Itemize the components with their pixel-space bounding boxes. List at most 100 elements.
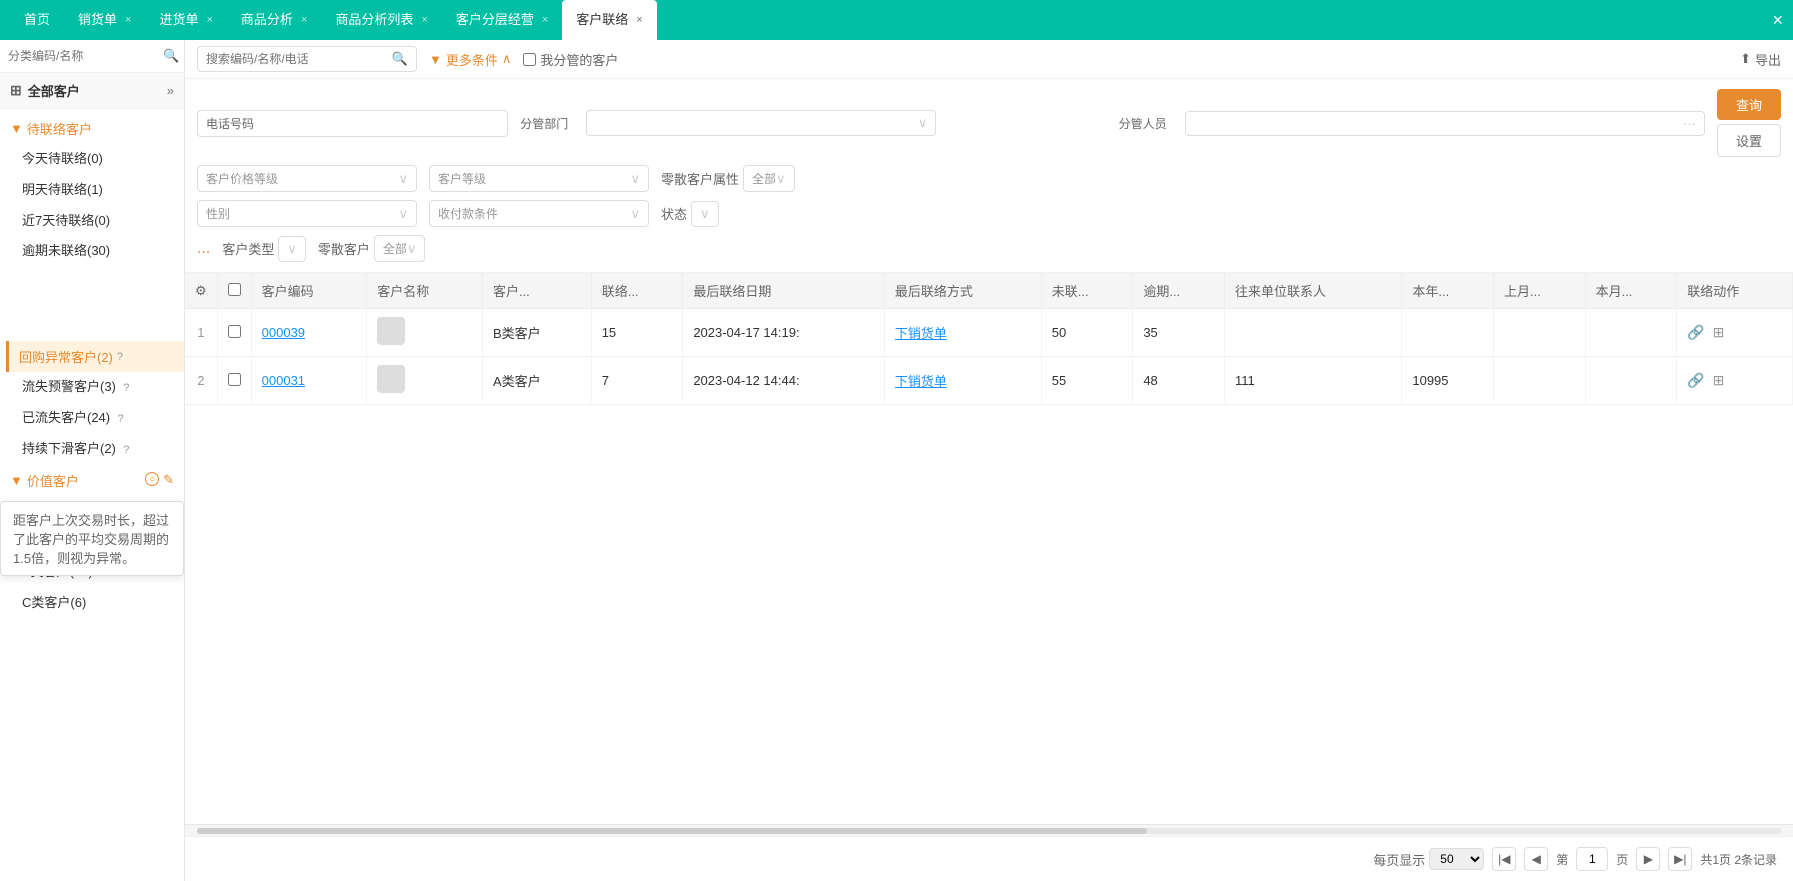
per-page-select[interactable]: 50 100 200: [1429, 848, 1484, 870]
row-no-contact-1: 50: [1041, 309, 1133, 357]
nav-purchase-order[interactable]: 进货单 ×: [145, 0, 226, 40]
setting-button[interactable]: 设置: [1717, 124, 1781, 157]
close-sales-order-icon[interactable]: ×: [125, 0, 131, 40]
row-contacts-2: 111: [1224, 357, 1401, 405]
zero-customer-attr-select[interactable]: 全部 ∨: [743, 165, 795, 192]
col-last-contact-date: 最后联络日期: [683, 273, 885, 309]
prev-page-button[interactable]: ◀: [1524, 847, 1548, 871]
sidebar-item-abnormal-repurchase[interactable]: 回购异常客户(2) ?: [6, 341, 184, 372]
row-num-1: 1: [185, 309, 217, 357]
avatar-2: [377, 365, 405, 393]
row-select-checkbox-2[interactable]: [228, 373, 241, 386]
close-purchase-order-icon[interactable]: ×: [206, 0, 212, 40]
close-product-analysis-list-icon[interactable]: ×: [421, 0, 427, 40]
ellipsis-button[interactable]: ...: [197, 240, 210, 258]
filter-row-4: ... 客户类型 ∨ 零散客户 全部 ∨: [197, 235, 1781, 262]
sidebar-item-tomorrow[interactable]: 明天待联络(1): [0, 175, 184, 206]
zero-customer-attr-field: 零散客户属性 全部 ∨: [661, 165, 795, 192]
search-box: 🔍: [197, 46, 417, 72]
row-last-contact-way-1: 下销货单: [884, 309, 1041, 357]
row-select-checkbox-1[interactable]: [228, 325, 241, 338]
gender-select[interactable]: 性别 ∨: [197, 200, 417, 227]
page-number-input[interactable]: [1576, 847, 1608, 871]
dept-select[interactable]: ∨: [586, 110, 936, 136]
my-customers-filter: 我分管的客户: [523, 50, 618, 69]
scroll-track: [197, 828, 1781, 834]
sidebar-item-churned[interactable]: 已流失客户(24) ?: [0, 403, 184, 434]
row-code-1: 000039: [251, 309, 367, 357]
scroll-thumb[interactable]: [197, 828, 1147, 834]
sidebar-item-today[interactable]: 今天待联络(0): [0, 144, 184, 175]
nav-product-analysis[interactable]: 商品分析 ×: [227, 0, 321, 40]
grid-action-icon-1[interactable]: ⊞: [1713, 324, 1725, 341]
pagination-total: 共1页 2条记录: [1700, 851, 1777, 868]
search-input[interactable]: [206, 52, 392, 66]
payment-select[interactable]: 收付款条件 ∨: [429, 200, 649, 227]
query-button[interactable]: 查询: [1717, 89, 1781, 120]
close-customer-contact-icon[interactable]: ×: [636, 0, 642, 40]
person-field-group: 分管人员 ···: [1119, 111, 1705, 136]
help-icon-churn: ?: [123, 382, 129, 394]
nav-customer-tier[interactable]: 客户分层经营 ×: [442, 0, 562, 40]
filter-row-3: 性别 ∨ 收付款条件 ∨ 状态 ∨: [197, 200, 1781, 227]
nav-home[interactable]: 首页: [10, 0, 64, 40]
close-customer-tier-icon[interactable]: ×: [542, 0, 548, 40]
customer-level-select[interactable]: 客户等级 ∨: [429, 165, 649, 192]
customer-level-arrow-icon: ∨: [630, 171, 640, 187]
nav-product-analysis-list[interactable]: 商品分析列表 ×: [321, 0, 441, 40]
phone-field[interactable]: 电话号码: [197, 110, 508, 137]
advanced-filters: 电话号码 分管部门 ∨ 分管人员 ··· 查: [185, 79, 1793, 273]
link-action-icon-2[interactable]: 🔗: [1687, 372, 1704, 389]
customer-type-select[interactable]: ∨: [278, 236, 306, 262]
payment-arrow-icon: ∨: [630, 206, 640, 222]
grid-icon: ⊞: [10, 82, 22, 99]
sidebar-search-input[interactable]: [8, 49, 163, 63]
link-action-icon-1[interactable]: 🔗: [1687, 324, 1704, 341]
col-code: 客户编码: [251, 273, 367, 309]
chevron-up-icon: ∧: [502, 51, 512, 67]
row-contacts-1: [1224, 309, 1401, 357]
sidebar-item-churn-warning[interactable]: 流失预警客户(3) ?: [0, 372, 184, 403]
close-product-analysis-icon[interactable]: ×: [301, 0, 307, 40]
horizontal-scrollbar[interactable]: [185, 824, 1793, 836]
sidebar-item-overdue[interactable]: 逾期未联络(30): [0, 236, 184, 267]
price-level-select[interactable]: 客户价格等级 ∨: [197, 165, 417, 192]
row-checkbox-1: [217, 309, 251, 357]
sidebar-item-declining[interactable]: 持续下滑客户(2) ?: [0, 434, 184, 465]
sidebar-group-pending-contact[interactable]: ▼ 待联络客户: [0, 113, 184, 144]
sidebar-collapse-button[interactable]: »: [167, 83, 174, 98]
more-conditions-button[interactable]: ▼ 更多条件 ∧: [429, 50, 511, 69]
person-field[interactable]: ···: [1185, 111, 1705, 136]
select-all-checkbox[interactable]: [228, 283, 241, 296]
filter-icon: ▼: [429, 52, 442, 67]
page-label: 第: [1556, 851, 1568, 868]
row-level-2: A类客户: [482, 357, 591, 405]
grid-action-icon-2[interactable]: ⊞: [1713, 372, 1725, 389]
page-label-end: 页: [1616, 851, 1628, 868]
status-arrow-icon: ∨: [700, 206, 710, 222]
zero-customer-select[interactable]: 全部 ∨: [374, 235, 426, 262]
status-select[interactable]: ∨: [691, 201, 719, 227]
export-button[interactable]: ⬆ 导出: [1740, 50, 1781, 69]
sidebar-item-7days[interactable]: 近7天待联络(0): [0, 206, 184, 237]
sidebar-abnormal-repurchase: 回购异常客户(2) ?: [0, 341, 184, 372]
first-page-button[interactable]: |◀: [1492, 847, 1516, 871]
edit-icon[interactable]: ✎: [163, 472, 174, 488]
pagination-bar: 每页显示 50 100 200 |◀ ◀ 第 页 ▶ ▶| 共1页 2条记录: [185, 836, 1793, 881]
my-customers-checkbox[interactable]: [523, 53, 536, 66]
status-field: 状态 ∨: [661, 201, 719, 227]
col-settings: ⚙: [185, 273, 217, 309]
sidebar-value-customer-group[interactable]: ▼ 价值客户 ○ ✎: [0, 465, 184, 496]
nav-sales-order[interactable]: 销货单 ×: [64, 0, 145, 40]
next-page-button[interactable]: ▶: [1636, 847, 1660, 871]
sidebar: 🔍 ⊞ 全部客户 » ▼ 待联络客户 今天待联络(0) 明天待联络(1) 近7天…: [0, 40, 185, 881]
nav-customer-contact[interactable]: 客户联络 ×: [562, 0, 656, 40]
row-overdue-2: 48: [1133, 357, 1225, 405]
sidebar-item-c-class[interactable]: C类客户(6): [0, 588, 184, 619]
row-last-contact-way-2: 下销货单: [884, 357, 1041, 405]
circle-icon[interactable]: ○: [145, 472, 159, 486]
top-nav: 首页 销货单 × 进货单 × 商品分析 × 商品分析列表 × 客户分层经营 × …: [0, 0, 1793, 40]
last-page-button[interactable]: ▶|: [1668, 847, 1692, 871]
window-close-button[interactable]: ×: [1772, 10, 1783, 31]
row-name-2: [367, 357, 483, 405]
